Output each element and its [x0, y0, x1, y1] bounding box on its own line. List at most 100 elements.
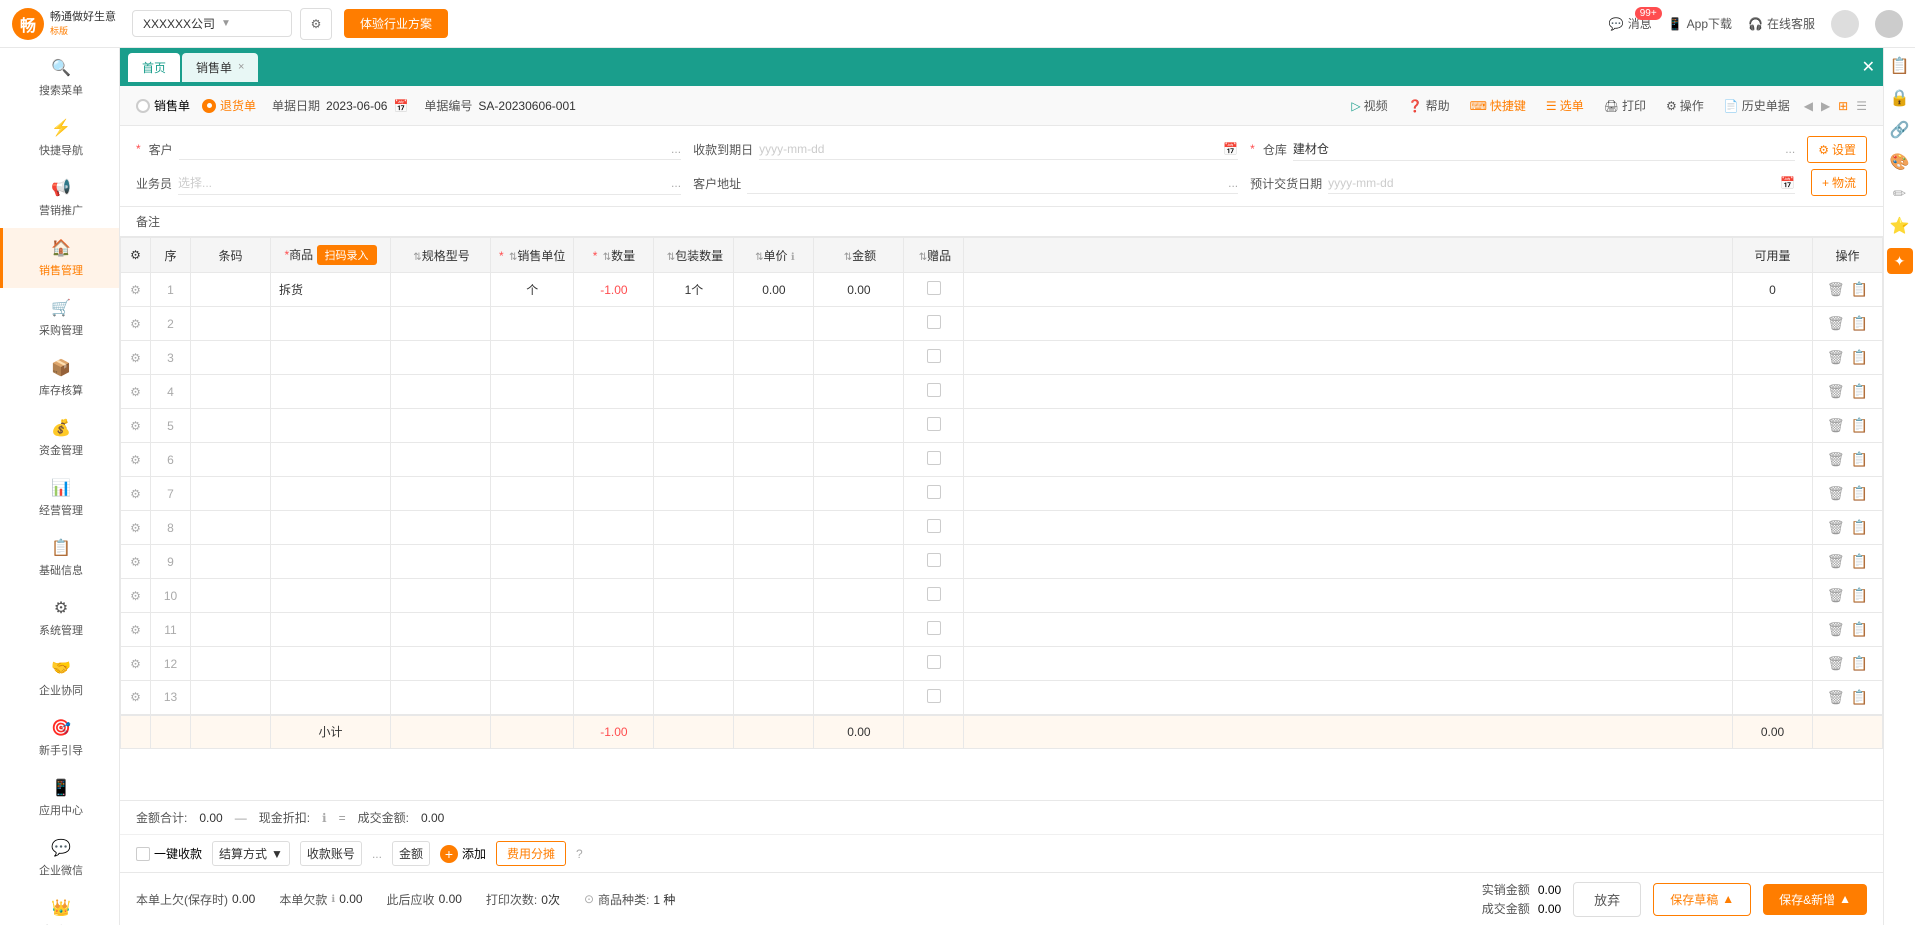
- cell-settings-10[interactable]: ⚙: [121, 613, 151, 647]
- cell-barcode-5[interactable]: [191, 443, 271, 477]
- cell-unit-6[interactable]: [491, 477, 574, 511]
- delete-icon-1[interactable]: 🗑: [1827, 315, 1845, 332]
- cell-barcode-12[interactable]: [191, 681, 271, 715]
- cell-amount-2[interactable]: [814, 341, 904, 375]
- copy-icon-11[interactable]: 📋: [1851, 655, 1868, 672]
- sidebar-item-marketing[interactable]: 📢 营销推广: [0, 168, 119, 228]
- settlement-select[interactable]: 结算方式 ▼: [212, 841, 290, 866]
- number-value[interactable]: SA-20230606-001: [478, 99, 575, 113]
- cell-price-10[interactable]: [734, 613, 814, 647]
- copy-icon-12[interactable]: 📋: [1851, 689, 1868, 706]
- list-view-icon[interactable]: ☰: [1856, 99, 1867, 113]
- add-label[interactable]: 添加: [462, 845, 486, 862]
- sidebar-item-enterprise[interactable]: 🤝 企业协同: [0, 648, 119, 708]
- cell-price-9[interactable]: [734, 579, 814, 613]
- settings-button[interactable]: ⚙: [300, 8, 332, 40]
- copy-icon-3[interactable]: 📋: [1851, 383, 1868, 400]
- rp-icon-clipboard[interactable]: 📋: [1890, 56, 1910, 76]
- action-shortcut[interactable]: ⌨ 快捷键: [1464, 94, 1532, 117]
- copy-icon-9[interactable]: 📋: [1851, 587, 1868, 604]
- cell-amount-0[interactable]: 0.00: [814, 273, 904, 307]
- cell-gift-7[interactable]: [904, 511, 964, 545]
- cell-price-6[interactable]: [734, 477, 814, 511]
- cell-barcode-3[interactable]: [191, 375, 271, 409]
- cell-product-4[interactable]: [271, 409, 391, 443]
- sidebar-item-finance[interactable]: 💰 资金管理: [0, 408, 119, 468]
- cell-unit-5[interactable]: [491, 443, 574, 477]
- cell-spec-1[interactable]: [391, 307, 491, 341]
- cell-product-5[interactable]: [271, 443, 391, 477]
- cell-price-11[interactable]: [734, 647, 814, 681]
- account-input[interactable]: 收款账号: [300, 841, 362, 866]
- cell-unit-7[interactable]: [491, 511, 574, 545]
- cell-pkg-11[interactable]: [654, 647, 734, 681]
- cell-barcode-11[interactable]: [191, 647, 271, 681]
- grid-view-icon[interactable]: ⊞: [1838, 99, 1848, 113]
- delete-icon-0[interactable]: 🗑: [1827, 281, 1845, 298]
- cell-amount-10[interactable]: [814, 613, 904, 647]
- fee-split-button[interactable]: 费用分摊: [496, 841, 566, 866]
- cell-gift-5[interactable]: [904, 443, 964, 477]
- tab-close-icon[interactable]: ×: [238, 61, 244, 73]
- cell-product-0[interactable]: 拆货: [271, 273, 391, 307]
- cell-pkg-10[interactable]: [654, 613, 734, 647]
- cell-product-10[interactable]: [271, 613, 391, 647]
- cell-qty-11[interactable]: [574, 647, 654, 681]
- cell-qty-10[interactable]: [574, 613, 654, 647]
- amount-sort-icon[interactable]: ⇅: [844, 252, 852, 263]
- cell-spec-3[interactable]: [391, 375, 491, 409]
- expected-date-placeholder[interactable]: yyyy-mm-dd: [1328, 176, 1780, 190]
- nav-right-icon[interactable]: ▶: [1821, 99, 1830, 113]
- cell-gift-2[interactable]: [904, 341, 964, 375]
- cell-price-4[interactable]: [734, 409, 814, 443]
- cell-gift-6[interactable]: [904, 477, 964, 511]
- delete-icon-10[interactable]: 🗑: [1827, 621, 1845, 638]
- warehouse-dots[interactable]: ...: [1785, 142, 1795, 156]
- rp-icon-orange[interactable]: ✦: [1887, 248, 1913, 274]
- cell-spec-4[interactable]: [391, 409, 491, 443]
- save-new-button[interactable]: 保存&新增 ▲: [1763, 884, 1867, 915]
- avatar[interactable]: [1831, 10, 1859, 38]
- sidebar-item-basic[interactable]: 📋 基础信息: [0, 528, 119, 588]
- copy-icon-1[interactable]: 📋: [1851, 315, 1868, 332]
- rp-icon-edit[interactable]: ✏: [1893, 184, 1906, 204]
- scan-barcode-button[interactable]: 扫码录入: [317, 245, 377, 265]
- sidebar-item-quick-nav[interactable]: ⚡ 快捷导航: [0, 108, 119, 168]
- arrears-info-icon[interactable]: ℹ: [331, 894, 335, 905]
- cell-settings-11[interactable]: ⚙: [121, 647, 151, 681]
- cell-qty-3[interactable]: [574, 375, 654, 409]
- copy-icon-0[interactable]: 📋: [1851, 281, 1868, 298]
- save-draft-button[interactable]: 保存草稿 ▲: [1653, 883, 1751, 916]
- copy-icon-4[interactable]: 📋: [1851, 417, 1868, 434]
- cell-amount-7[interactable]: [814, 511, 904, 545]
- delete-icon-8[interactable]: 🗑: [1827, 553, 1845, 570]
- logistics-button[interactable]: + 物流: [1811, 169, 1867, 196]
- cell-pkg-7[interactable]: [654, 511, 734, 545]
- pkg-sort-icon[interactable]: ⇅: [667, 252, 675, 263]
- action-print[interactable]: 🖨 打印: [1598, 94, 1652, 117]
- delete-icon-5[interactable]: 🗑: [1827, 451, 1845, 468]
- cell-spec-8[interactable]: [391, 545, 491, 579]
- tab-home[interactable]: 首页: [128, 53, 180, 82]
- delete-icon-7[interactable]: 🗑: [1827, 519, 1845, 536]
- delete-icon-9[interactable]: 🗑: [1827, 587, 1845, 604]
- cell-price-2[interactable]: [734, 341, 814, 375]
- cell-settings-5[interactable]: ⚙: [121, 443, 151, 477]
- sidebar-item-wechat[interactable]: 💬 企业微信: [0, 828, 119, 888]
- cell-amount-1[interactable]: [814, 307, 904, 341]
- cell-spec-9[interactable]: [391, 579, 491, 613]
- cell-amount-12[interactable]: [814, 681, 904, 715]
- cell-qty-7[interactable]: [574, 511, 654, 545]
- cell-gift-8[interactable]: [904, 545, 964, 579]
- cell-settings-6[interactable]: ⚙: [121, 477, 151, 511]
- cell-unit-12[interactable]: [491, 681, 574, 715]
- cell-unit-1[interactable]: [491, 307, 574, 341]
- due-date-calendar-icon[interactable]: 📅: [1223, 142, 1238, 156]
- expected-date-calendar-icon[interactable]: 📅: [1780, 176, 1795, 190]
- radio-return-order[interactable]: 退货单: [202, 97, 256, 114]
- cell-amount-5[interactable]: [814, 443, 904, 477]
- cell-gift-4[interactable]: [904, 409, 964, 443]
- cell-pkg-0[interactable]: 1个: [654, 273, 734, 307]
- cell-amount-6[interactable]: [814, 477, 904, 511]
- cell-spec-5[interactable]: [391, 443, 491, 477]
